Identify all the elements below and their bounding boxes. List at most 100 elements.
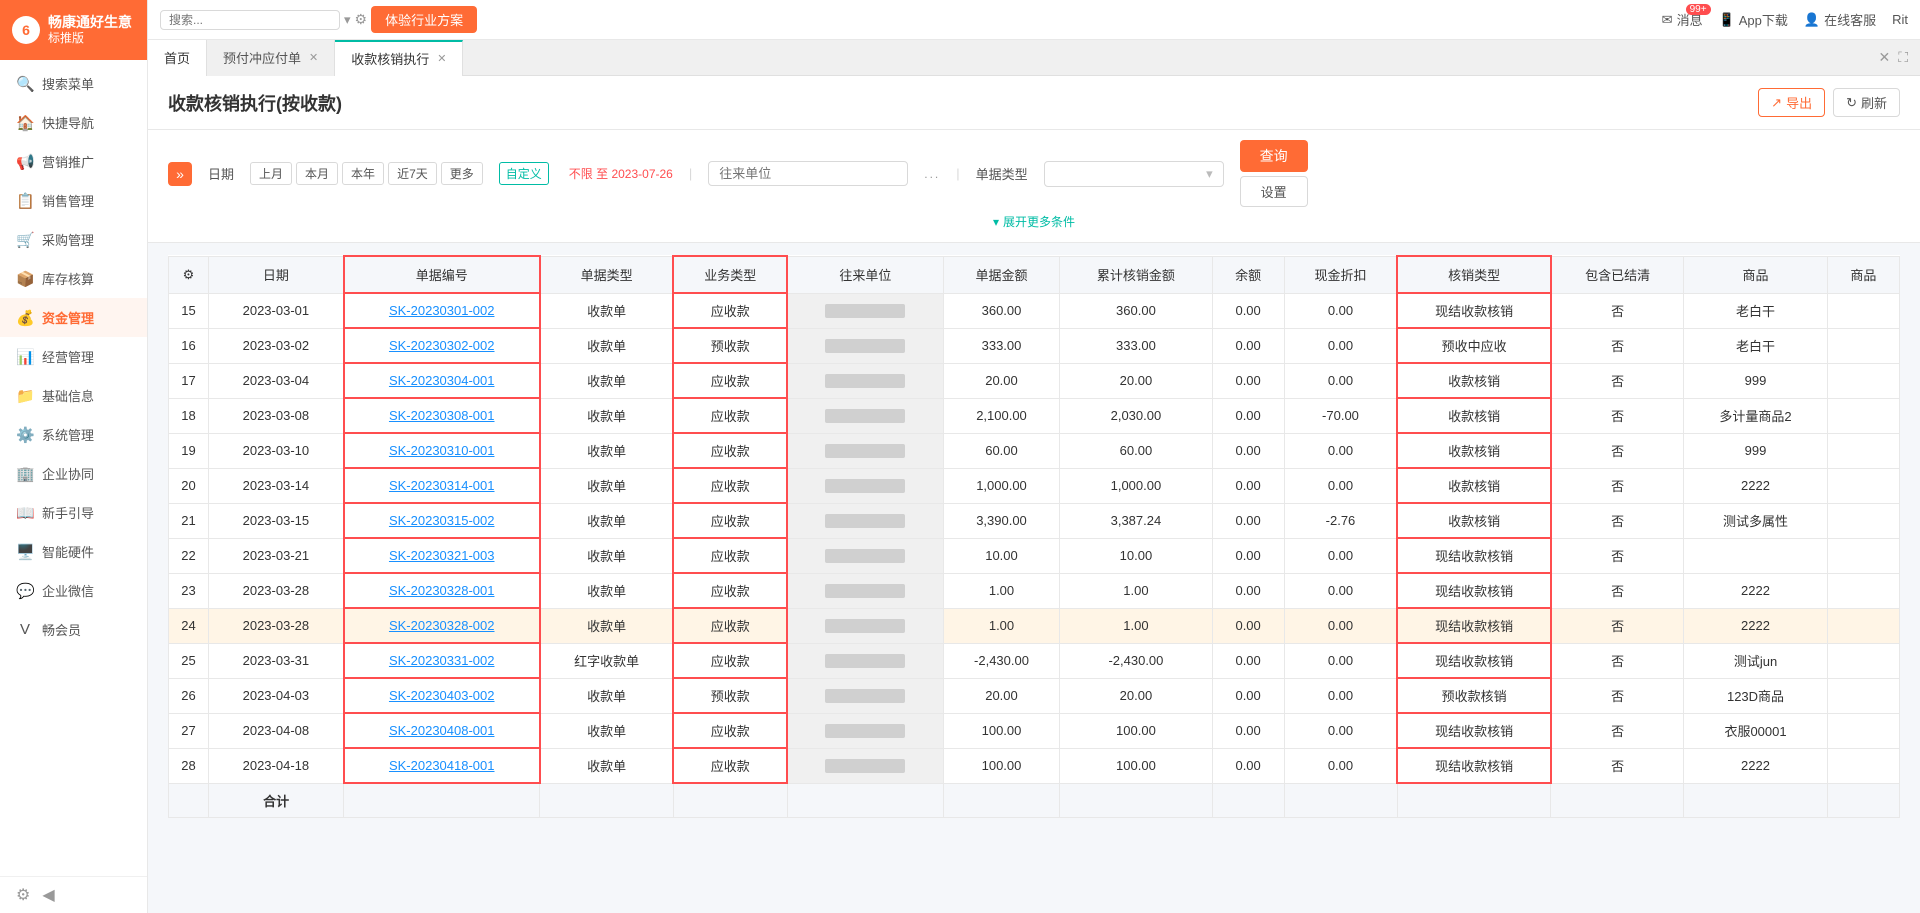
th-col-0: ⚙ [169,256,209,293]
cell-4: 预收款 [673,678,787,713]
table-row: 282023-04-18SK-20230418-001收款单应收款100.001… [169,748,1900,783]
date-btn-0[interactable]: 上月 [250,162,292,185]
col-settings-icon[interactable]: ⚙ [183,267,195,282]
doc-no-link[interactable]: SK-20230408-001 [389,723,495,738]
breadcrumb-input[interactable] [160,10,340,30]
sidebar-item-operation[interactable]: 📊经营管理 [0,337,147,376]
cell-13 [1827,293,1899,328]
nav-icon-sales: 📋 [16,192,34,210]
doc-no-link[interactable]: SK-20230328-002 [389,618,495,633]
filter-date-custom[interactable]: 自定义 [499,162,549,185]
sidebar-item-wechat[interactable]: 💬企业微信 [0,571,147,610]
cell-12: 衣服00001 [1684,713,1827,748]
date-btn-2[interactable]: 本年 [342,162,384,185]
messages-btn[interactable]: ✉ 消息 99+ [1662,10,1703,29]
filter-row: » 日期 上月本月本年近7天更多 自定义 不限 至 2023-07-26 | .… [168,140,1900,207]
cell-3: 收款单 [540,538,674,573]
query-btn[interactable]: 查询 [1240,140,1308,172]
doc-no-link[interactable]: SK-20230321-003 [389,548,495,563]
cell-10: 现结收款核销 [1397,293,1551,328]
cell-2[interactable]: SK-20230314-001 [344,468,540,503]
cell-2[interactable]: SK-20230408-001 [344,713,540,748]
cell-0: 24 [169,608,209,643]
nav-label-purchase: 采购管理 [42,230,94,249]
filter-expand-btn[interactable]: » [168,162,192,186]
cell-2[interactable]: SK-20230331-002 [344,643,540,678]
cell-2[interactable]: SK-20230328-001 [344,573,540,608]
partner-input[interactable] [708,161,908,186]
doc-no-link[interactable]: SK-20230301-002 [389,303,495,318]
sidebar-item-finance[interactable]: 💰资金管理 [0,298,147,337]
cell-2[interactable]: SK-20230301-002 [344,293,540,328]
tab-receipt-verify[interactable]: 收款核销执行✕ [335,40,463,76]
cell-11: 否 [1551,643,1684,678]
settings-gear-icon[interactable]: ⚙ [355,11,368,28]
doc-no-link[interactable]: SK-20230314-001 [389,478,495,493]
doc-no-link[interactable]: SK-20230331-002 [389,653,495,668]
data-table: ⚙日期单据编号单据类型业务类型往来单位单据金额累计核销金额余额现金折扣核销类型包… [168,255,1900,818]
table-row: 272023-04-08SK-20230408-001收款单应收款100.001… [169,713,1900,748]
tab-prepay-list[interactable]: 预付冲应付单✕ [207,40,335,76]
refresh-btn[interactable]: ↻ 刷新 [1833,88,1900,117]
user-info[interactable]: Rit [1892,12,1908,27]
sidebar-item-enterprise[interactable]: 🏢企业协同 [0,454,147,493]
cell-6: 360.00 [943,293,1060,328]
cell-11: 否 [1551,678,1684,713]
date-btn-4[interactable]: 更多 [441,162,483,185]
cell-2[interactable]: SK-20230304-001 [344,363,540,398]
cell-2[interactable]: SK-20230418-001 [344,748,540,783]
cell-9: 0.00 [1284,713,1397,748]
cell-2[interactable]: SK-20230328-002 [344,608,540,643]
export-btn[interactable]: ↗ 导出 [1758,88,1825,117]
sidebar-item-search-menu[interactable]: 🔍搜索菜单 [0,64,147,103]
tab-close-prepay-list[interactable]: ✕ [309,51,318,64]
tab-home[interactable]: 首页 [148,40,207,76]
doc-no-link[interactable]: SK-20230418-001 [389,758,495,773]
collapse-icon[interactable]: ◀ [42,885,54,905]
sidebar-item-system[interactable]: ⚙️系统管理 [0,415,147,454]
close-tab-icon[interactable]: ✕ [1878,49,1890,66]
cell-0: 15 [169,293,209,328]
date-btn-3[interactable]: 近7天 [388,162,437,185]
sidebar-item-inventory[interactable]: 📦库存核算 [0,259,147,298]
industry-btn[interactable]: 体验行业方案 [371,6,477,33]
date-btn-1[interactable]: 本月 [296,162,338,185]
cell-2[interactable]: SK-20230308-001 [344,398,540,433]
sidebar: 6 畅康通好生意 标推版 🔍搜索菜单🏠快捷导航📢营销推广📋销售管理🛒采购管理📦库… [0,0,148,913]
doc-type-select[interactable]: ▾ [1044,161,1224,187]
sidebar-item-basic-info[interactable]: 📁基础信息 [0,376,147,415]
cell-8: 0.00 [1212,643,1284,678]
cell-2[interactable]: SK-20230321-003 [344,538,540,573]
cell-2[interactable]: SK-20230403-002 [344,678,540,713]
settings-icon[interactable]: ⚙ [16,885,30,905]
sidebar-item-quick-nav[interactable]: 🏠快捷导航 [0,103,147,142]
nav-icon-operation: 📊 [16,348,34,366]
doc-no-link[interactable]: SK-20230308-001 [389,408,495,423]
doc-no-link[interactable]: SK-20230310-001 [389,443,495,458]
cell-2[interactable]: SK-20230302-002 [344,328,540,363]
nav-icon-hardware: 🖥️ [16,543,34,561]
cell-2[interactable]: SK-20230315-002 [344,503,540,538]
filter-setting-btn[interactable]: 设置 [1240,176,1308,207]
doc-no-link[interactable]: SK-20230302-002 [389,338,495,353]
cell-2[interactable]: SK-20230310-001 [344,433,540,468]
app-download-btn[interactable]: 📱 App下载 [1719,10,1788,29]
th-col-9: 现金折扣 [1284,256,1397,293]
sidebar-item-member[interactable]: V畅会员 [0,610,147,649]
expand-more-link[interactable]: ▾ 展开更多条件 [993,213,1075,230]
nav-label-inventory: 库存核算 [42,269,94,288]
sidebar-item-purchase[interactable]: 🛒采购管理 [0,220,147,259]
tab-close-receipt-verify[interactable]: ✕ [437,52,446,65]
doc-no-link[interactable]: SK-20230315-002 [389,513,495,528]
sidebar-item-guide[interactable]: 📖新手引导 [0,493,147,532]
online-support-btn[interactable]: 👤 在线客服 [1804,10,1876,29]
doc-no-link[interactable]: SK-20230403-002 [389,688,495,703]
more-conditions-dots[interactable]: ... [924,167,940,181]
cell-10: 收款核销 [1397,503,1551,538]
restore-tab-icon[interactable]: ⛶ [1898,49,1908,66]
sidebar-item-marketing[interactable]: 📢营销推广 [0,142,147,181]
sidebar-item-sales[interactable]: 📋销售管理 [0,181,147,220]
doc-no-link[interactable]: SK-20230304-001 [389,373,495,388]
doc-no-link[interactable]: SK-20230328-001 [389,583,495,598]
sidebar-item-hardware[interactable]: 🖥️智能硬件 [0,532,147,571]
